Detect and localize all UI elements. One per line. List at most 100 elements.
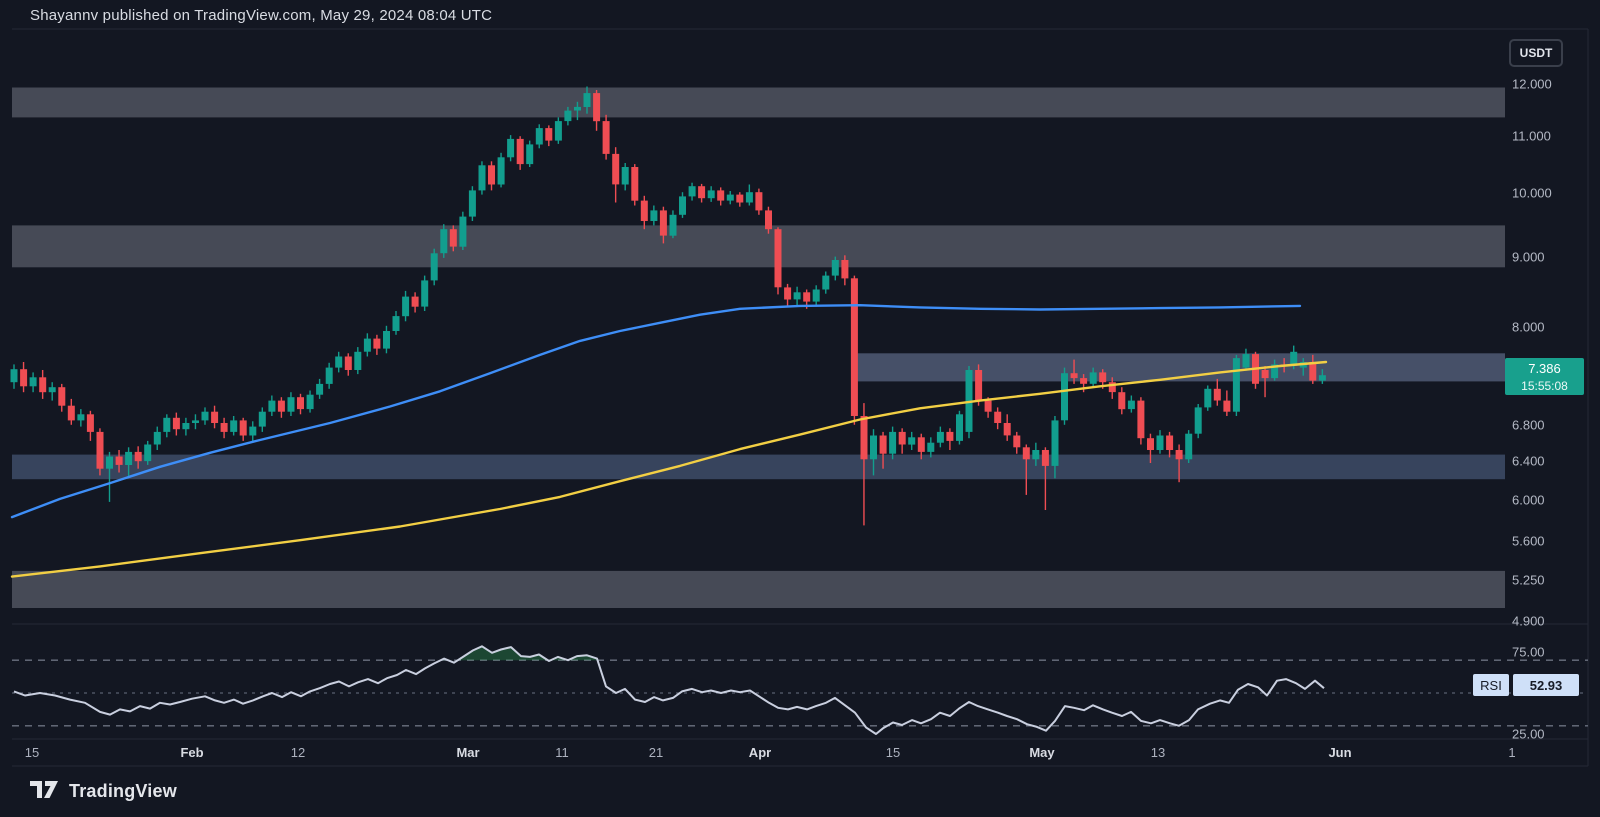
candle-body bbox=[612, 154, 619, 185]
candle-body bbox=[622, 167, 629, 185]
candle-body bbox=[469, 190, 476, 216]
candle-body bbox=[259, 412, 266, 427]
candle-body bbox=[889, 432, 896, 454]
candle-body bbox=[1185, 434, 1192, 460]
candle-body bbox=[918, 437, 925, 452]
price-axis-label: 12.000 bbox=[1512, 77, 1552, 92]
candle-body bbox=[498, 157, 505, 184]
candle-body bbox=[1137, 401, 1144, 439]
price-axis-label: 6.000 bbox=[1512, 493, 1545, 508]
candle-body bbox=[574, 107, 581, 111]
time-axis-day-label: 15 bbox=[886, 745, 900, 760]
candle-body bbox=[564, 111, 571, 122]
candle-body bbox=[1071, 373, 1078, 378]
candle-body bbox=[803, 292, 810, 301]
candle-body bbox=[794, 292, 801, 299]
candle-body bbox=[1233, 358, 1240, 412]
time-axis-month-label: Feb bbox=[180, 745, 203, 760]
price-axis-label: 4.900 bbox=[1512, 614, 1545, 629]
candle-body bbox=[30, 377, 37, 386]
candle-body bbox=[144, 445, 151, 462]
candle-body bbox=[240, 420, 247, 435]
candle-body bbox=[851, 278, 858, 416]
candle-body bbox=[364, 339, 371, 352]
last-price-value: 7.386 bbox=[1505, 360, 1584, 378]
last-price-label: 7.386 15:55:08 bbox=[1505, 358, 1584, 395]
candle-body bbox=[832, 260, 839, 276]
candle-body bbox=[1118, 392, 1125, 409]
candle-body bbox=[975, 370, 982, 401]
candle-body bbox=[1223, 401, 1230, 412]
candle-body bbox=[278, 401, 285, 412]
rsi-indicator-label[interactable]: RSI bbox=[1473, 674, 1509, 696]
candle-body bbox=[135, 452, 142, 461]
candle-body bbox=[431, 253, 438, 280]
candle-body bbox=[268, 401, 275, 412]
candle-body bbox=[536, 128, 543, 144]
candle-body bbox=[880, 436, 887, 454]
candle-body bbox=[1032, 450, 1039, 459]
candle-body bbox=[784, 287, 791, 299]
candle-body bbox=[479, 165, 486, 190]
candle-body bbox=[1004, 423, 1011, 435]
candle-body bbox=[517, 139, 524, 164]
candle-body bbox=[402, 297, 409, 317]
tradingview-chart-screenshot: Shayannv published on TradingView.com, M… bbox=[0, 0, 1600, 817]
candle-body bbox=[11, 369, 18, 382]
candle-body bbox=[182, 423, 189, 429]
candle-body bbox=[173, 418, 180, 429]
time-axis-day-label: 11 bbox=[555, 745, 569, 760]
candle-body bbox=[450, 229, 457, 246]
candle-body bbox=[1204, 389, 1211, 408]
price-axis-label: 6.800 bbox=[1512, 418, 1545, 433]
candle-body bbox=[163, 418, 170, 432]
rsi-axis-label: 25.00 bbox=[1512, 727, 1545, 742]
time-axis-day-label: 21 bbox=[649, 745, 663, 760]
rsi-value-label: 52.93 bbox=[1513, 674, 1579, 696]
candle-body bbox=[345, 357, 352, 371]
tradingview-brand-text[interactable]: TradingView bbox=[69, 781, 177, 802]
candle-body bbox=[861, 416, 868, 459]
time-axis-day-label: 13 bbox=[1151, 745, 1165, 760]
candle-body bbox=[1262, 370, 1269, 378]
candle-body bbox=[937, 432, 944, 443]
candle-body bbox=[631, 167, 638, 201]
candle-body bbox=[97, 432, 104, 469]
candle-body bbox=[717, 190, 724, 200]
chart-canvas[interactable] bbox=[0, 0, 1600, 817]
candle-body bbox=[765, 210, 772, 229]
price-axis-label: 5.600 bbox=[1512, 534, 1545, 549]
candle-body bbox=[584, 93, 591, 107]
zone-resistance-11.4-11.9 bbox=[12, 88, 1505, 118]
candle-body bbox=[393, 316, 400, 331]
candle-body bbox=[555, 121, 562, 141]
price-axis-label: 6.400 bbox=[1512, 454, 1545, 469]
countdown-timer: 15:55:08 bbox=[1505, 378, 1584, 394]
candle-body bbox=[154, 432, 161, 445]
candle-body bbox=[727, 195, 734, 201]
tradingview-logo-icon[interactable] bbox=[30, 781, 60, 803]
candle-body bbox=[775, 229, 782, 287]
currency-usdt-button[interactable]: USDT bbox=[1509, 39, 1563, 67]
zone-support-6.2-6.45 bbox=[12, 455, 1505, 480]
candle-body bbox=[1157, 436, 1164, 451]
candle-body bbox=[1195, 407, 1202, 433]
candle-body bbox=[908, 437, 915, 444]
candle-body bbox=[813, 290, 820, 302]
candle-body bbox=[670, 215, 677, 236]
candle-body bbox=[641, 201, 648, 221]
candle-body bbox=[192, 420, 199, 423]
candle-body bbox=[870, 436, 877, 460]
time-axis-month-label: Jun bbox=[1328, 745, 1351, 760]
candle-body bbox=[1061, 373, 1068, 420]
candle-body bbox=[440, 229, 447, 253]
candle-body bbox=[307, 395, 314, 409]
candle-body bbox=[335, 357, 342, 368]
candle-body bbox=[116, 457, 123, 465]
candle-body bbox=[77, 414, 84, 420]
candle-body bbox=[650, 210, 657, 221]
price-axis-label: 11.000 bbox=[1512, 129, 1551, 144]
candle-body bbox=[708, 190, 715, 198]
time-axis-month-label: Mar bbox=[456, 745, 479, 760]
zone-resistance-8.9-9.5 bbox=[12, 225, 1505, 267]
